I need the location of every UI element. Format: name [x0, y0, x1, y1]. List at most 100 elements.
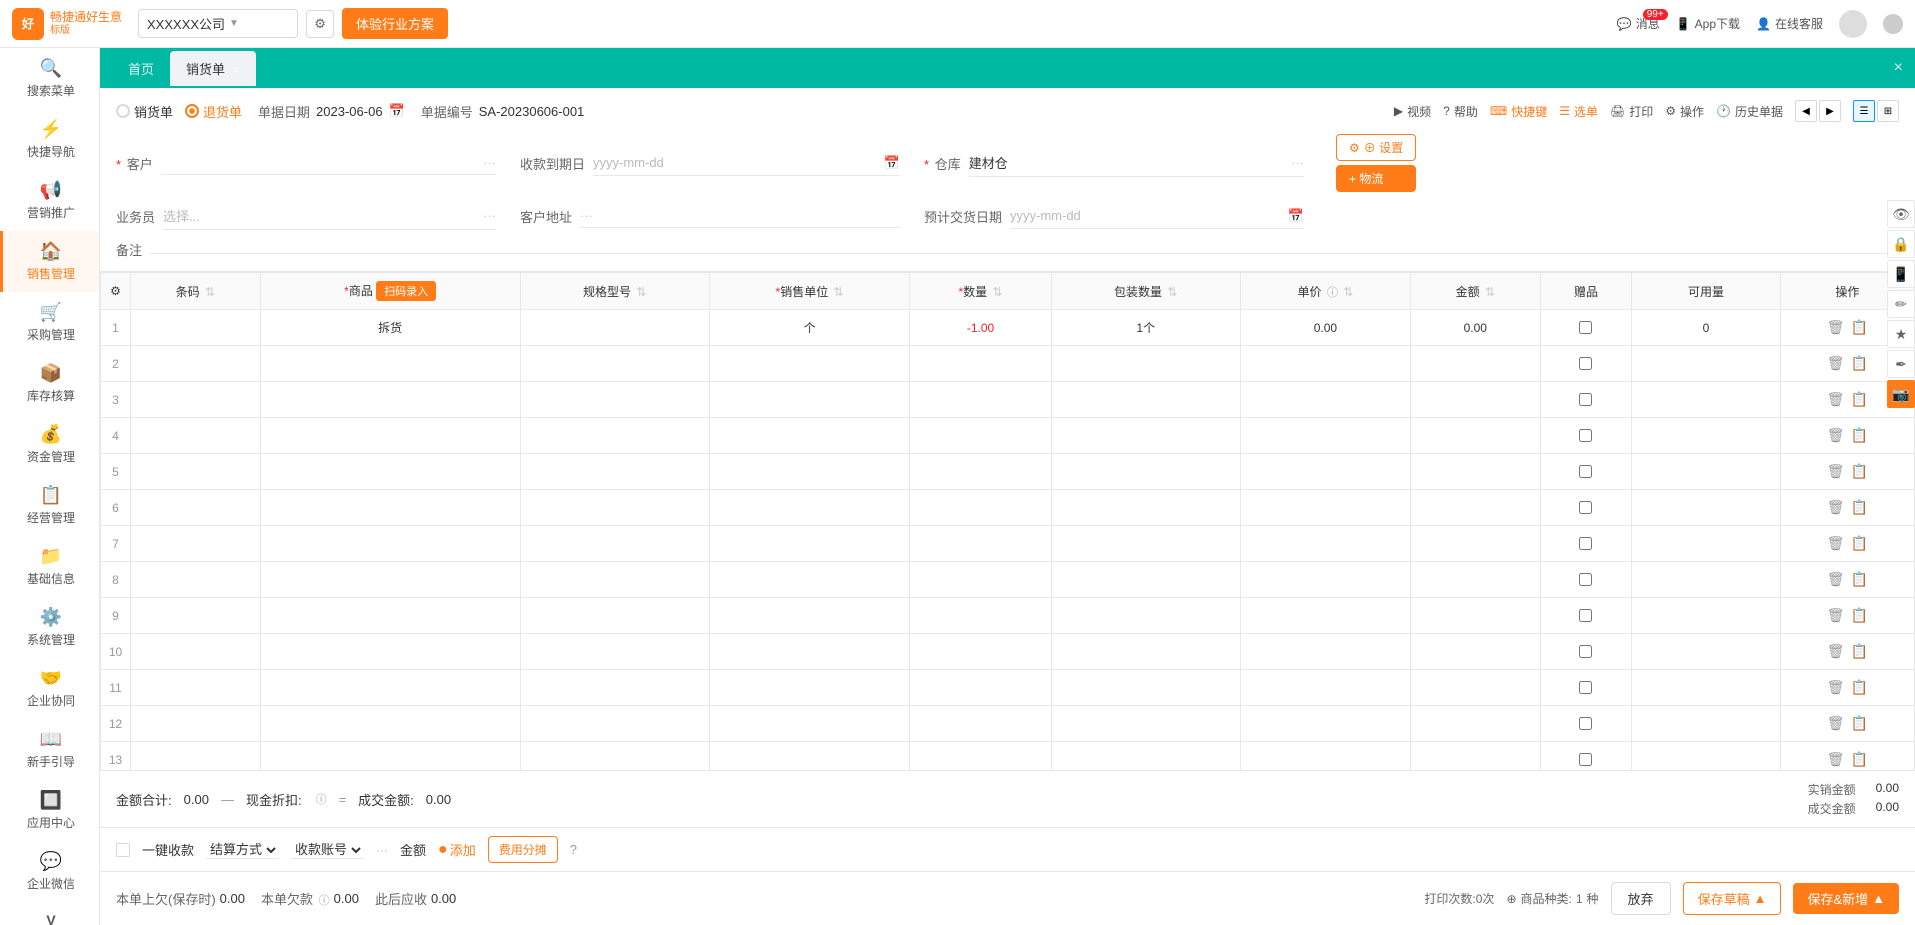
settings-icon[interactable]: ⚙ [306, 10, 334, 38]
gift-checkbox[interactable] [1579, 573, 1592, 586]
shortcut-action[interactable]: ⌨ 快捷键 [1490, 103, 1547, 120]
cell-barcode[interactable] [131, 706, 261, 742]
notes-input[interactable] [150, 245, 1899, 254]
cell-amount[interactable] [1410, 598, 1540, 634]
cell-unit-price[interactable] [1240, 562, 1410, 598]
cell-pkg-qty[interactable] [1051, 454, 1240, 490]
cell-amount[interactable] [1410, 634, 1540, 670]
cell-unit[interactable] [709, 598, 910, 634]
cell-pkg-qty[interactable] [1051, 382, 1240, 418]
cell-barcode[interactable] [131, 490, 261, 526]
cell-unit-price[interactable] [1240, 418, 1410, 454]
gift-checkbox[interactable] [1579, 393, 1592, 406]
cell-pkg-qty[interactable]: 1个 [1051, 310, 1240, 346]
cell-pkg-qty[interactable] [1051, 418, 1240, 454]
cell-product[interactable] [260, 634, 520, 670]
cell-quantity[interactable] [910, 634, 1051, 670]
delete-button[interactable]: 🗑 [1827, 679, 1845, 696]
abandon-button[interactable]: 放弃 [1611, 882, 1671, 915]
gift-checkbox[interactable] [1579, 537, 1592, 550]
sort-icon-price[interactable]: ⇅ [1343, 285, 1353, 299]
cell-unit[interactable] [709, 562, 910, 598]
customer-input[interactable]: ··· [161, 151, 496, 175]
gift-checkbox[interactable] [1579, 717, 1592, 730]
cell-spec[interactable] [520, 634, 709, 670]
cell-product[interactable] [260, 418, 520, 454]
next-button[interactable]: ▶ [1819, 100, 1841, 122]
delete-button[interactable]: 🗑 [1827, 463, 1845, 480]
company-selector[interactable]: XXXXXX公司 ▼ [138, 9, 298, 38]
rt-view-button[interactable]: 👁 [1887, 200, 1915, 228]
goods-kind-icon[interactable]: ⊕ [1506, 892, 1516, 906]
gift-checkbox[interactable] [1579, 645, 1592, 658]
logistics-button[interactable]: + 物流 [1336, 165, 1416, 192]
cell-unit-price[interactable] [1240, 454, 1410, 490]
rt-edit-button[interactable]: ✏ [1887, 290, 1915, 318]
delete-button[interactable]: 🗑 [1827, 751, 1845, 768]
cell-pkg-qty[interactable] [1051, 742, 1240, 771]
cell-product[interactable] [260, 490, 520, 526]
expected-delivery-input[interactable]: yyyy-mm-dd 📅 [1010, 204, 1304, 229]
sidebar-item-shortcut[interactable]: ⚡ 快捷导航 [0, 109, 99, 170]
cell-pkg-qty[interactable] [1051, 706, 1240, 742]
sidebar-item-finance[interactable]: 💰 资金管理 [0, 414, 99, 475]
cell-barcode[interactable] [131, 562, 261, 598]
cell-unit[interactable] [709, 382, 910, 418]
cell-pkg-qty[interactable] [1051, 490, 1240, 526]
payment-due-input[interactable]: yyyy-mm-dd 📅 [593, 151, 900, 176]
sort-icon-pkg[interactable]: ⇅ [1167, 285, 1177, 299]
customer-address-input[interactable]: ··· [580, 204, 900, 228]
cell-unit[interactable] [709, 742, 910, 771]
copy-button[interactable]: 📋 [1851, 463, 1868, 480]
delete-button[interactable]: 🗑 [1827, 319, 1845, 336]
cell-product[interactable]: 拆货 [260, 310, 520, 346]
message-button[interactable]: 💬 消息 99+ [1617, 15, 1660, 32]
cell-quantity[interactable] [910, 598, 1051, 634]
copy-button[interactable]: 📋 [1851, 571, 1868, 588]
radio-return-order[interactable]: 退货单 [185, 102, 242, 121]
cell-gift[interactable] [1540, 454, 1632, 490]
cell-product[interactable] [260, 382, 520, 418]
one-click-checkbox[interactable] [116, 843, 130, 857]
sidebar-item-member[interactable]: V 畅会员 [0, 902, 99, 925]
history-action[interactable]: 🕐 历史单据 [1716, 103, 1783, 120]
copy-button[interactable]: 📋 [1851, 499, 1868, 516]
copy-button[interactable]: 📋 [1851, 535, 1868, 552]
cell-unit-price[interactable] [1240, 742, 1410, 771]
cell-spec[interactable] [520, 382, 709, 418]
cell-quantity[interactable] [910, 382, 1051, 418]
gift-checkbox[interactable] [1579, 321, 1592, 334]
cell-unit-price[interactable] [1240, 526, 1410, 562]
prev-button[interactable]: ◀ [1795, 100, 1817, 122]
cell-amount[interactable] [1410, 670, 1540, 706]
cell-product[interactable] [260, 562, 520, 598]
cell-gift[interactable] [1540, 346, 1632, 382]
tab-sales-order[interactable]: 销货单 × [170, 51, 256, 86]
cell-product[interactable] [260, 706, 520, 742]
cell-quantity[interactable] [910, 418, 1051, 454]
gift-checkbox[interactable] [1579, 681, 1592, 694]
cell-pkg-qty[interactable] [1051, 346, 1240, 382]
cell-pkg-qty[interactable] [1051, 598, 1240, 634]
cell-gift[interactable] [1540, 562, 1632, 598]
cell-spec[interactable] [520, 310, 709, 346]
cell-amount[interactable] [1410, 526, 1540, 562]
grid-view-button[interactable]: ⊞ [1877, 100, 1899, 122]
video-action[interactable]: ▶ 视频 [1394, 103, 1431, 120]
cell-unit[interactable] [709, 346, 910, 382]
cell-amount[interactable]: 0.00 [1410, 310, 1540, 346]
cell-product[interactable] [260, 670, 520, 706]
tab-close-icon[interactable]: × [233, 63, 240, 77]
sidebar-item-guide[interactable]: 📖 新手引导 [0, 719, 99, 780]
doc-date-value[interactable]: 2023-06-06 [316, 104, 383, 119]
info-icon-deficit[interactable]: ⓘ [319, 895, 330, 907]
delete-button[interactable]: 🗑 [1827, 643, 1845, 660]
delete-button[interactable]: 🗑 [1827, 427, 1845, 444]
cell-gift[interactable] [1540, 742, 1632, 771]
cell-quantity[interactable] [910, 670, 1051, 706]
sort-icon-unit[interactable]: ⇅ [834, 285, 844, 299]
cell-barcode[interactable] [131, 454, 261, 490]
cell-amount[interactable] [1410, 346, 1540, 382]
settlement-method-select[interactable]: 结算方式 [206, 841, 279, 859]
cell-unit-price[interactable] [1240, 670, 1410, 706]
